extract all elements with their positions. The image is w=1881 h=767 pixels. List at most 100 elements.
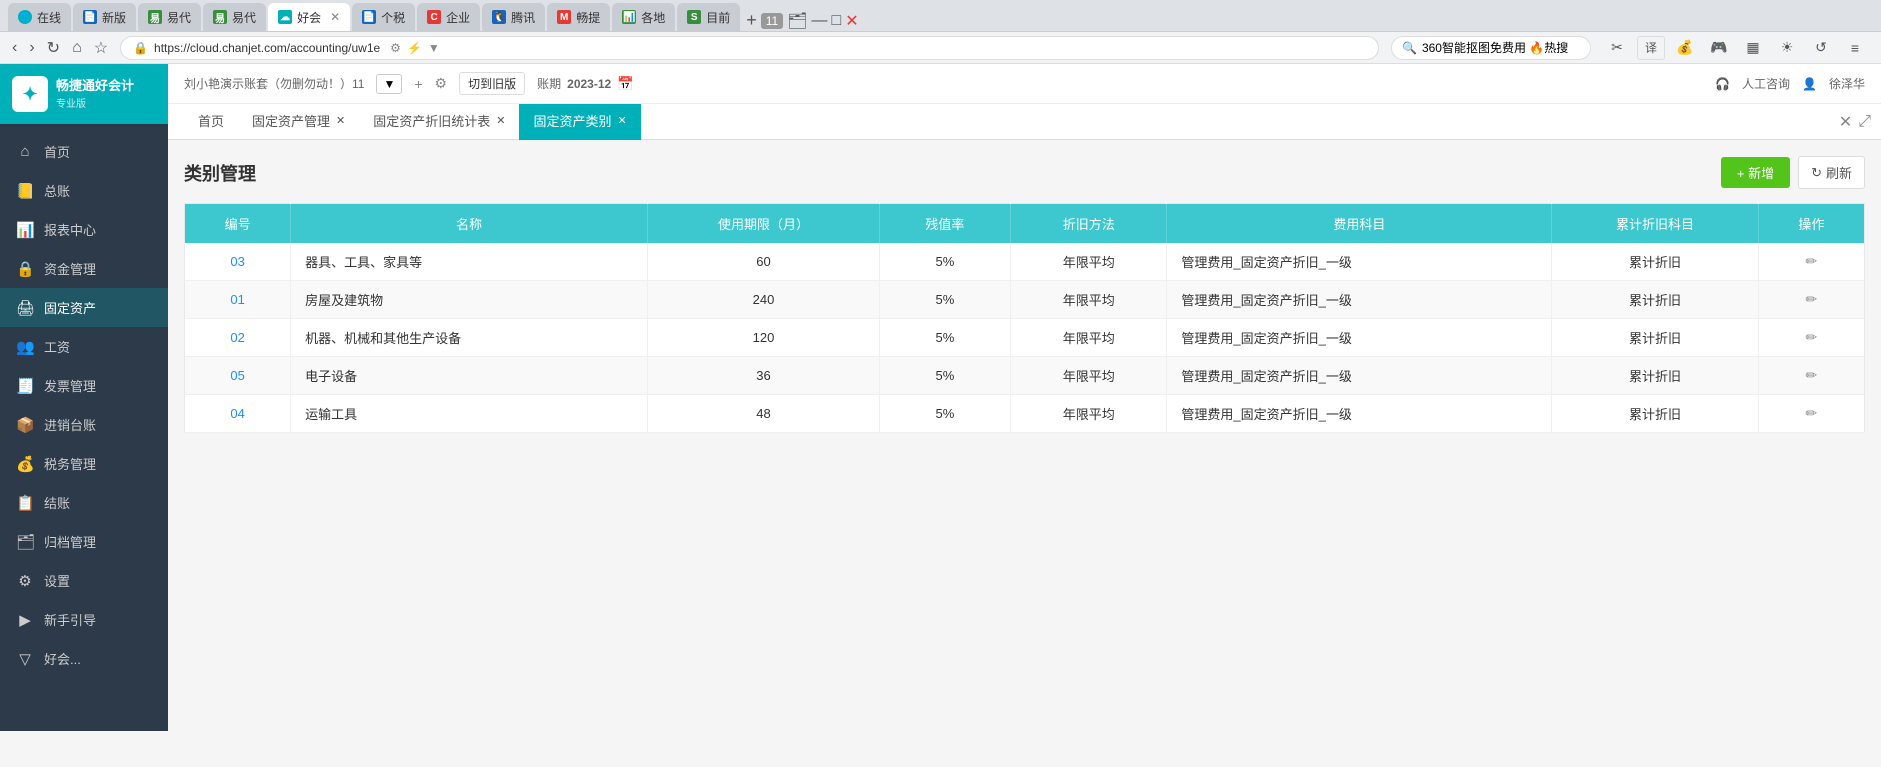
forward-button[interactable]: › [29,39,34,57]
settings-header-button[interactable]: ⚙ [435,75,448,92]
logo-icon: ✦ [12,76,48,112]
tab-label: 目前 [706,9,730,26]
scissors-icon[interactable]: ✂ [1603,36,1631,60]
switch-version-button[interactable]: 切到旧版 [459,72,525,95]
dropdown-user-button[interactable]: ▼ [376,74,402,94]
edit-row-button[interactable]: ✏ [1806,253,1818,270]
tab-label: 各地 [641,9,665,26]
maximize-button[interactable]: □ [832,12,842,30]
sidebar-label-settlement: 结账 [44,493,70,512]
dropdown-icon[interactable]: ▼ [428,41,440,55]
cell-expense: 管理费用_固定资产折旧_一级 [1167,357,1552,395]
search-box[interactable]: 🔍 360智能抠图免费用 🔥热搜 [1391,36,1591,60]
app-tab-home[interactable]: 首页 [184,104,238,140]
add-category-button[interactable]: + 新增 [1721,157,1790,188]
cell-residual: 5% [879,281,1010,319]
sidebar-item-settlement[interactable]: 📋 结账 [0,483,168,522]
grid-icon[interactable]: ▦ [1739,36,1767,60]
cell-method: 年限平均 [1011,243,1167,281]
back-button[interactable]: ‹ [12,39,17,57]
sidebar-item-invoice[interactable]: 🧾 发票管理 [0,366,168,405]
tab-list-button[interactable]: 🗂 [787,11,807,31]
tab-label: 企业 [446,9,470,26]
sidebar-label-home: 首页 [44,142,70,161]
bookmark-button[interactable]: ☆ [94,38,108,58]
app-tab-fixed-assets-mgmt[interactable]: 固定资产管理 ✕ [238,104,359,140]
cell-expense: 管理费用_固定资产折旧_一级 [1167,281,1552,319]
browser-tab-yidai1[interactable]: 易 易代 [138,3,201,31]
close-panel-button[interactable]: ✕ [1839,112,1852,132]
sidebar-item-more[interactable]: ▽ 好会... [0,639,168,678]
app-tabs: 首页 固定资产管理 ✕ 固定资产折旧统计表 ✕ 固定资产类别 ✕ ✕ ⤢ [168,104,1881,140]
calendar-icon[interactable]: 📅 [617,76,634,92]
undo-icon[interactable]: ↺ [1807,36,1835,60]
home-button[interactable]: ⌂ [72,39,82,57]
cell-months: 36 [648,357,880,395]
menu-icon[interactable]: ≡ [1841,36,1869,60]
translate-icon[interactable]: 译 [1637,36,1665,60]
consultant-label: 人工咨询 [1742,75,1790,92]
cell-method: 年限平均 [1011,395,1167,433]
cell-action: ✏ [1758,395,1864,433]
app-tab-depreciation-table[interactable]: 固定资产折旧统计表 ✕ [359,104,519,140]
browser-tab-yidai2[interactable]: 易 易代 [203,3,266,31]
sidebar-item-payroll[interactable]: 👥 工资 [0,327,168,366]
tab-fixed-assets-mgmt-close[interactable]: ✕ [336,114,345,127]
sidebar-item-tax[interactable]: 💰 税务管理 [0,444,168,483]
cell-months: 48 [648,395,880,433]
browser-tab-tengxun[interactable]: 🐧 腾讯 [482,3,545,31]
minimize-button[interactable]: — [812,12,828,30]
add-account-button[interactable]: + [414,76,422,92]
tax-icon: 💰 [16,455,34,473]
sidebar-item-fixed-assets[interactable]: 🖨 固定资产 [0,288,168,327]
browser-tab-qiye[interactable]: C 企业 [417,3,480,31]
cell-code: 05 [185,357,291,395]
browser-tab-geshui[interactable]: 📄 个税 [352,3,415,31]
edit-row-button[interactable]: ✏ [1806,291,1818,308]
tab-category-close[interactable]: ✕ [618,114,627,127]
coin-icon[interactable]: 💰 [1671,36,1699,60]
username-label: 徐泽华 [1829,75,1865,92]
cell-depreciation: 累计折旧 [1552,319,1759,357]
sidebar-item-capital[interactable]: 🔒 资金管理 [0,249,168,288]
sidebar-item-archive[interactable]: 🗂 归档管理 [0,522,168,561]
sidebar-item-guide[interactable]: ▶ 新手引导 [0,600,168,639]
refresh-button[interactable]: ↻ 刷新 [1798,156,1865,189]
sidebar-item-report[interactable]: 📊 报表中心 [0,210,168,249]
cell-name: 机器、机械和其他生产设备 [291,319,648,357]
guide-icon: ▶ [16,611,34,629]
browser-tab-xinban[interactable]: 📄 新版 [73,3,136,31]
browser-tab-changti[interactable]: M 畅提 [547,3,610,31]
cell-code: 01 [185,281,291,319]
browser-tab-muqian[interactable]: S 目前 [677,3,740,31]
app-tab-category[interactable]: 固定资产类别 ✕ [519,104,640,140]
sidebar-item-settings[interactable]: ⚙ 设置 [0,561,168,600]
table-row: 02 机器、机械和其他生产设备 120 5% 年限平均 管理费用_固定资产折旧_… [185,319,1865,357]
edit-row-button[interactable]: ✏ [1806,367,1818,384]
sidebar-label-settings: 设置 [44,571,70,590]
new-tab-button[interactable]: + [746,10,757,31]
close-window-button[interactable]: ✕ [845,11,858,31]
consultant-icon: 🎧 [1715,77,1730,91]
sidebar-label-payroll: 工资 [44,337,70,356]
tab-close-icon[interactable]: ✕ [330,10,340,24]
reload-button[interactable]: ↻ [47,38,60,58]
cell-depreciation: 累计折旧 [1552,281,1759,319]
lightning-icon: ⚡ [407,41,422,55]
browser-tab-zaixin[interactable]: 🌐 在线 [8,3,71,31]
sun-icon[interactable]: ☀ [1773,36,1801,60]
browser-tab-haohui[interactable]: ☁ 好会 ✕ [268,3,350,31]
sidebar: ✦ 畅捷通好会计 专业版 ⌂ 首页 📒 总账 📊 报表中心 🔒 资金管理 [0,64,168,731]
expand-panel-button[interactable]: ⤢ [1858,113,1871,131]
edit-row-button[interactable]: ✏ [1806,405,1818,422]
edit-row-button[interactable]: ✏ [1806,329,1818,346]
sidebar-item-ledger[interactable]: 📒 总账 [0,171,168,210]
cell-expense: 管理费用_固定资产折旧_一级 [1167,319,1552,357]
browser-tab-gedi[interactable]: 📊 各地 [612,3,675,31]
sidebar-item-inventory[interactable]: 📦 进销台账 [0,405,168,444]
header-left: 刘小艳演示账套（勿删勿动！）11 ▼ + ⚙ 切到旧版 账期 2023-12 📅 [184,72,634,95]
game-icon[interactable]: 🎮 [1705,36,1733,60]
url-input[interactable]: 🔒 https://cloud.chanjet.com/accounting/u… [120,36,1379,60]
tab-depreciation-table-close[interactable]: ✕ [496,114,505,127]
sidebar-item-home[interactable]: ⌂ 首页 [0,132,168,171]
